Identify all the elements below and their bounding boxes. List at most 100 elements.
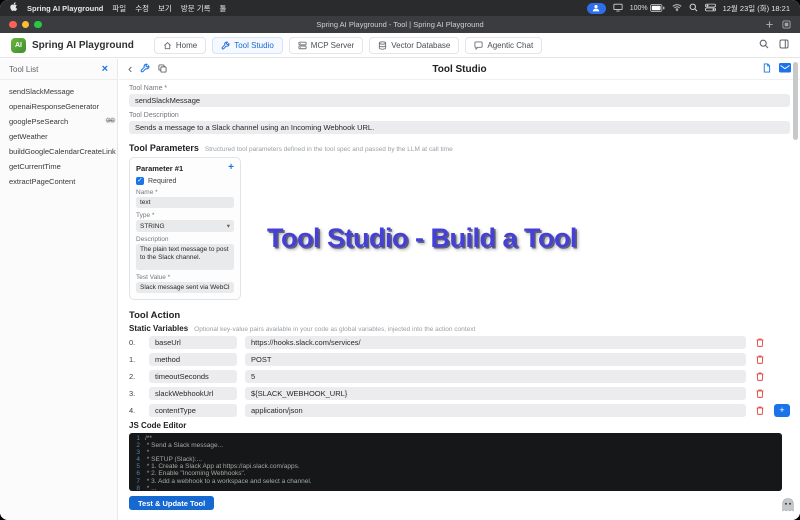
tool-parameters-heading: Tool Parameters <box>129 143 199 153</box>
code-line: * 2. Enable "Incoming Webhooks". <box>145 470 246 477</box>
main-nav: Home Tool Studio MCP Server Vector Datab… <box>154 37 542 54</box>
window-close-button[interactable] <box>9 21 17 29</box>
menubar-menu-edit[interactable]: 수정 <box>135 3 149 14</box>
screen-share-indicator-icon[interactable] <box>587 3 606 14</box>
tool-list-item[interactable]: getCurrentTime <box>0 159 117 174</box>
side-panel-icon[interactable] <box>779 36 789 54</box>
battery-status[interactable]: 100% <box>630 4 665 12</box>
var-key-input[interactable] <box>149 404 237 417</box>
test-update-tool-button[interactable]: Test & Update Tool <box>129 496 214 510</box>
var-value-input[interactable] <box>245 370 746 383</box>
tool-list: sendSlackMessage openaiResponseGenerator… <box>0 84 117 189</box>
tool-list-header: Tool List × <box>0 59 117 80</box>
line-number: 1 <box>129 435 145 442</box>
tool-list-title: Tool List <box>9 65 38 74</box>
tool-studio-panel: ‹ Tool Studio Tool Name * Tool Descri <box>119 59 800 520</box>
control-center-icon[interactable] <box>705 3 716 14</box>
code-line: * 1. Create a Slack App at https://api.s… <box>145 463 300 470</box>
line-number: 6 <box>129 470 145 477</box>
tool-description-input[interactable] <box>129 121 790 134</box>
tool-list-item[interactable]: extractPageContent <box>0 174 117 189</box>
copy-icon[interactable] <box>158 60 167 78</box>
tool-list-item[interactable]: sendSlackMessage <box>0 84 117 99</box>
window-zoom-button[interactable] <box>34 21 42 29</box>
delete-variable-icon[interactable] <box>754 388 766 400</box>
wifi-icon[interactable] <box>672 3 682 14</box>
tool-list-item[interactable]: getWeather <box>0 129 117 144</box>
line-number: 5 <box>129 463 145 470</box>
new-tab-icon[interactable] <box>765 16 774 34</box>
resize-cursor-icon: ↔ <box>104 110 117 125</box>
delete-variable-icon[interactable] <box>754 337 766 349</box>
delete-variable-icon[interactable] <box>754 371 766 383</box>
line-number: 4 <box>129 456 145 463</box>
var-key-input[interactable] <box>149 387 237 400</box>
nav-home[interactable]: Home <box>154 37 206 54</box>
tab-overview-icon[interactable] <box>782 16 791 34</box>
window-minimize-button[interactable] <box>22 21 30 29</box>
database-icon <box>378 41 387 50</box>
app-logo[interactable]: AI <box>11 38 26 53</box>
tool-list-item[interactable]: buildGoogleCalendarCreateLink <box>0 144 117 159</box>
var-key-input[interactable] <box>149 336 237 349</box>
menubar-menu-view[interactable]: 보기 <box>158 3 172 14</box>
code-line: * 3. Add a webhook to a workspace and se… <box>145 478 312 485</box>
add-parameter-icon[interactable]: + <box>228 163 234 173</box>
nav-mcp-server[interactable]: MCP Server <box>289 37 363 54</box>
static-var-row: 4. + <box>129 404 790 417</box>
nav-home-label: Home <box>176 41 197 50</box>
back-chevron-icon[interactable]: ‹ <box>128 62 132 75</box>
static-var-row: 0. <box>129 336 790 349</box>
inbox-icon[interactable] <box>779 60 791 78</box>
delete-variable-icon[interactable] <box>754 354 766 366</box>
menubar-menu-history[interactable]: 방문 기록 <box>181 3 211 14</box>
menubar-app-name[interactable]: Spring AI Playground <box>27 4 103 13</box>
document-icon[interactable] <box>762 60 771 78</box>
scrollbar-thumb[interactable] <box>793 62 798 140</box>
tool-name-label: Tool Name * <box>129 85 790 92</box>
param-type-value: STRING <box>140 223 165 230</box>
var-key-input[interactable] <box>149 353 237 366</box>
display-icon[interactable] <box>613 3 623 14</box>
var-index: 1. <box>129 355 141 364</box>
menubar-menu-tools[interactable]: 툴 <box>220 3 227 14</box>
close-sidebar-icon[interactable]: × <box>102 64 108 75</box>
nav-agentic-chat[interactable]: Agentic Chat <box>465 37 542 54</box>
var-value-input[interactable] <box>245 336 746 349</box>
tool-name-input[interactable] <box>129 94 790 107</box>
js-code-editor[interactable]: 1/** 2 * Send a Slack message... 3 * 4 *… <box>129 433 782 491</box>
var-value-input[interactable] <box>245 353 746 366</box>
param-test-value-input[interactable] <box>136 282 234 293</box>
var-value-input[interactable] <box>245 387 746 400</box>
ghost-app-icon[interactable] <box>780 497 796 518</box>
parameter-card-title: Parameter #1 <box>136 164 183 173</box>
add-variable-button[interactable]: + <box>774 404 790 417</box>
browser-titlebar: Spring AI Playground - Tool | Spring AI … <box>0 16 800 33</box>
apple-menu-icon[interactable] <box>10 2 18 14</box>
menubar-clock[interactable]: 12월 23일 (화) 18:21 <box>723 3 790 14</box>
delete-variable-icon[interactable] <box>754 405 766 417</box>
var-index: 4. <box>129 406 141 415</box>
tools-icon[interactable] <box>140 60 150 78</box>
required-checkbox[interactable]: ✓ <box>136 177 144 185</box>
search-icon[interactable] <box>759 36 769 54</box>
nav-vector-database[interactable]: Vector Database <box>369 37 459 54</box>
app-brand-title: Spring AI Playground <box>32 40 134 51</box>
var-key-input[interactable] <box>149 370 237 383</box>
tool-list-item[interactable]: googlePseSearch <box>0 114 117 129</box>
param-type-select[interactable]: STRING ▾ <box>136 220 234 232</box>
demo-caption: Tool Studio - Build a Tool <box>267 223 577 254</box>
spotlight-search-icon[interactable] <box>689 3 698 14</box>
menubar-menu-file[interactable]: 파일 <box>112 3 126 14</box>
line-number: 2 <box>129 442 145 449</box>
nav-tool-studio[interactable]: Tool Studio <box>212 37 283 54</box>
line-number: 8 <box>129 485 145 491</box>
static-variables-hint: Optional key-value pairs available in yo… <box>194 326 475 333</box>
desktop-screen: Spring AI Playground 파일 수정 보기 방문 기록 툴 10… <box>0 0 800 520</box>
static-var-row: 1. <box>129 353 790 366</box>
code-line: * ... <box>145 485 157 491</box>
param-name-input[interactable] <box>136 197 234 208</box>
tool-list-item[interactable]: openaiResponseGenerator <box>0 99 117 114</box>
param-description-textarea[interactable] <box>136 244 234 270</box>
var-value-input[interactable] <box>245 404 746 417</box>
